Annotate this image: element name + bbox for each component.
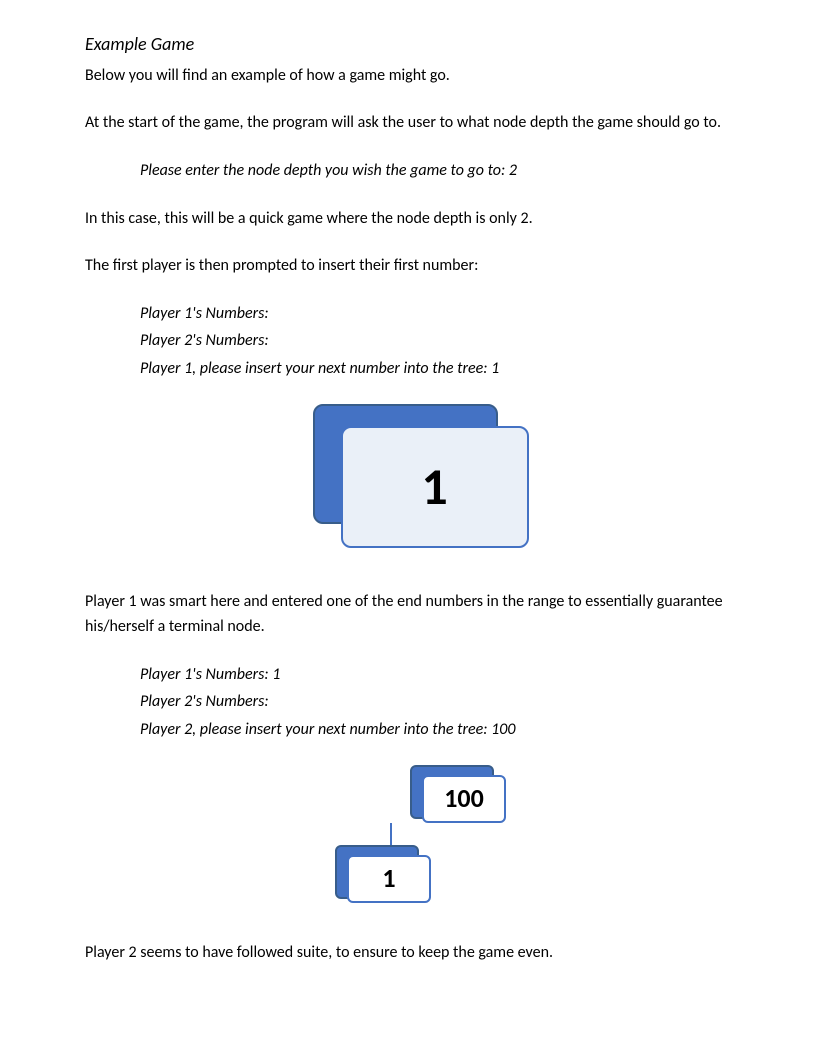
paragraph-depth-note: In this case, this will be a quick game … xyxy=(85,206,755,232)
console-p2-numbers: Player 2's Numbers: xyxy=(85,328,755,354)
console-p2-prompt: Player 2, please insert your next number… xyxy=(85,717,755,743)
card-front: 1 xyxy=(347,855,431,903)
console-p2-numbers-2: Player 2's Numbers: xyxy=(85,689,755,715)
paragraph-first-player: The first player is then prompted to ins… xyxy=(85,253,755,279)
console-p1-numbers: Player 1's Numbers: xyxy=(85,301,755,327)
console-prompt-depth: Please enter the node depth you wish the… xyxy=(85,158,755,184)
section-heading: Example Game xyxy=(85,30,755,59)
card-front: 1 xyxy=(341,426,529,548)
console-p1-numbers-2: Player 1's Numbers: 1 xyxy=(85,662,755,688)
card-front: 100 xyxy=(422,775,506,823)
paragraph-p1-strategy: Player 1 was smart here and entered one … xyxy=(85,589,755,640)
paragraph-p2-strategy: Player 2 seems to have followed suite, t… xyxy=(85,940,755,966)
paragraph-depth-intro: At the start of the game, the program wi… xyxy=(85,110,755,136)
console-p1-prompt: Player 1, please insert your next number… xyxy=(85,356,755,382)
document-page: Example Game Below you will find an exam… xyxy=(0,0,840,1017)
tree-diagram-two-nodes: 100 1 xyxy=(290,765,550,910)
tree-diagram-single: 1 xyxy=(85,404,755,549)
intro-paragraph: Below you will find an example of how a … xyxy=(85,63,755,89)
tree-node-root: 1 xyxy=(313,404,528,549)
